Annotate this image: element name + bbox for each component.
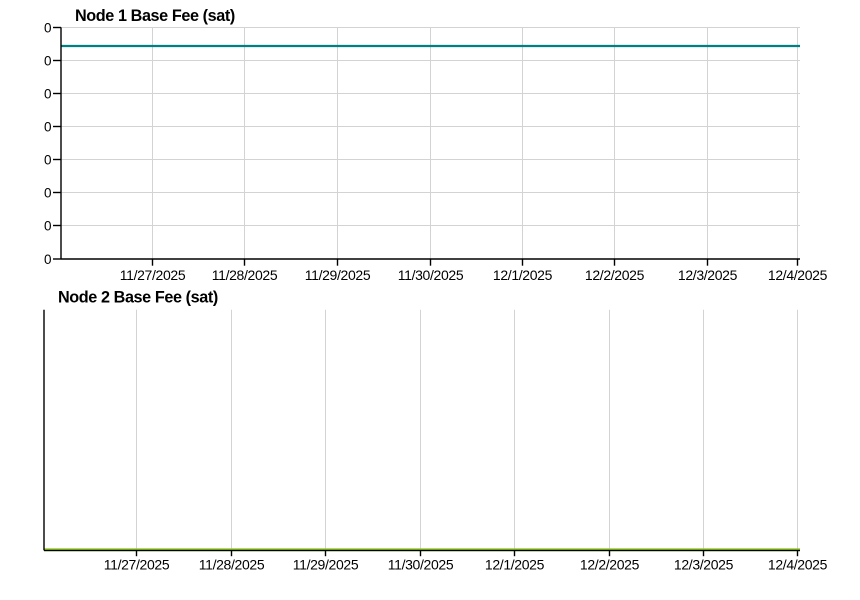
svg-text:0: 0 [44,252,52,267]
svg-text:0: 0 [44,152,52,167]
svg-text:12/3/2025: 12/3/2025 [674,557,734,573]
svg-text:0: 0 [44,86,52,101]
svg-text:12/2/2025: 12/2/2025 [580,557,640,573]
svg-text:0: 0 [44,119,52,134]
svg-text:12/3/2025: 12/3/2025 [678,267,738,283]
svg-text:11/29/2025: 11/29/2025 [293,557,359,573]
svg-text:12/4/2025: 12/4/2025 [768,267,828,283]
svg-text:11/28/2025: 11/28/2025 [199,557,265,573]
svg-text:12/4/2025: 12/4/2025 [768,557,828,573]
svg-text:11/30/2025: 11/30/2025 [398,267,464,283]
svg-text:0: 0 [44,185,52,200]
svg-text:0: 0 [44,20,52,35]
svg-text:11/29/2025: 11/29/2025 [305,267,371,283]
svg-text:11/27/2025: 11/27/2025 [120,267,186,283]
svg-text:0: 0 [44,218,52,233]
svg-text:12/1/2025: 12/1/2025 [493,267,553,283]
svg-text:Node 1 Base Fee (sat): Node 1 Base Fee (sat) [75,7,235,25]
svg-text:12/1/2025: 12/1/2025 [485,557,545,573]
svg-text:0: 0 [44,53,52,68]
svg-text:11/28/2025: 11/28/2025 [212,267,278,283]
svg-text:Node 2 Base Fee (sat): Node 2 Base Fee (sat) [58,288,218,306]
svg-text:12/2/2025: 12/2/2025 [585,267,645,283]
svg-text:11/30/2025: 11/30/2025 [388,557,454,573]
svg-text:11/27/2025: 11/27/2025 [104,557,170,573]
